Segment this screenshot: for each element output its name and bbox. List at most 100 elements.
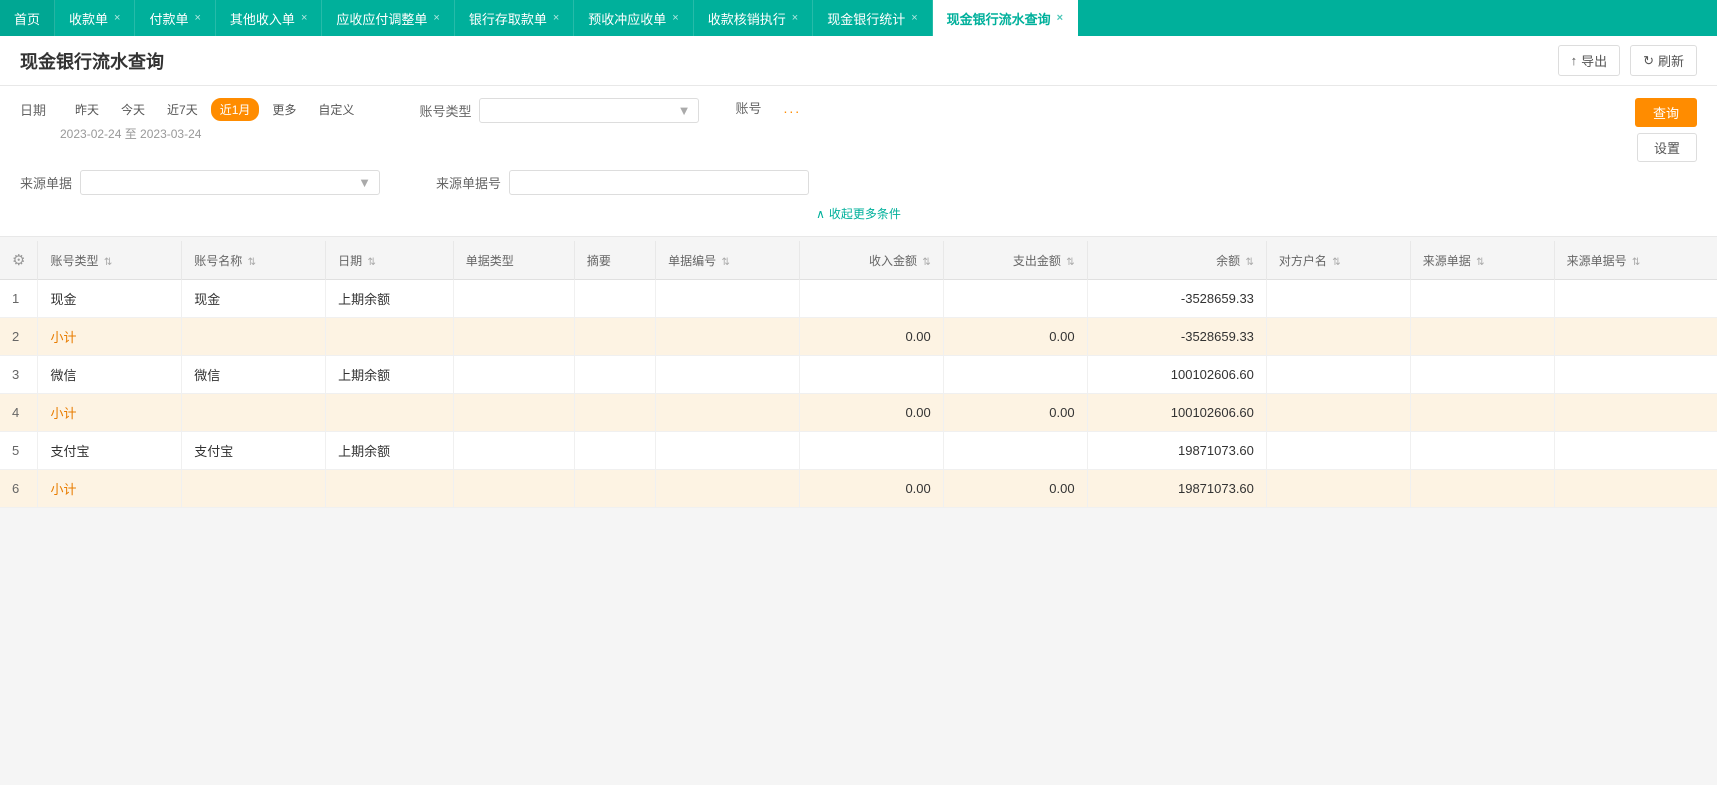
cell-source-doc: [1410, 394, 1554, 432]
cell-income: [799, 356, 943, 394]
date-btn-7days[interactable]: 近7天: [158, 98, 207, 121]
header-actions: ↑ 导出 ↻ 刷新: [1558, 45, 1697, 76]
source-doc-num-input[interactable]: [509, 170, 809, 195]
cell-row-num: 1: [0, 280, 38, 318]
export-button[interactable]: ↑ 导出: [1558, 45, 1621, 76]
nav-close-bank-deposit[interactable]: ×: [553, 12, 559, 24]
cell-date: 上期余额: [326, 356, 454, 394]
nav-close-writeoff[interactable]: ×: [792, 12, 798, 24]
setting-button[interactable]: 设置: [1637, 133, 1697, 162]
cell-summary: [574, 356, 655, 394]
date-btn-custom[interactable]: 自定义: [309, 98, 363, 121]
col-balance[interactable]: 余额 ⇅: [1087, 241, 1266, 280]
table-settings-icon[interactable]: ⚙: [12, 252, 25, 269]
export-label: 导出: [1581, 51, 1607, 70]
nav-close-receipt[interactable]: ×: [114, 12, 120, 24]
date-btn-1month[interactable]: 近1月: [211, 98, 260, 121]
nav-item-bank-deposit[interactable]: 银行存取款单 ×: [455, 0, 574, 36]
col-source-doc-no[interactable]: 来源单据号 ⇅: [1554, 241, 1717, 280]
col-counterparty[interactable]: 对方户名 ⇅: [1266, 241, 1410, 280]
collapse-label: 收起更多条件: [829, 205, 901, 222]
nav-close-bank-flow[interactable]: ×: [1057, 12, 1063, 24]
col-account-type[interactable]: 账号类型 ⇅: [38, 241, 182, 280]
date-btn-yesterday[interactable]: 昨天: [66, 98, 108, 121]
col-account-name[interactable]: 账号名称 ⇅: [182, 241, 326, 280]
sort-account-name-icon: ⇅: [248, 257, 256, 268]
nav-item-writeoff[interactable]: 收款核销执行 ×: [694, 0, 813, 36]
cell-source-doc-no: [1554, 356, 1717, 394]
cell-doc-no: [656, 356, 800, 394]
col-balance-label: 余额: [1216, 254, 1240, 268]
cell-account-name: [182, 394, 326, 432]
col-date[interactable]: 日期 ⇅: [326, 241, 454, 280]
nav-item-receipt[interactable]: 收款单 ×: [55, 0, 135, 36]
nav-item-home-label: 首页: [14, 9, 40, 28]
cell-source-doc: [1410, 432, 1554, 470]
cell-date: 上期余额: [326, 432, 454, 470]
page-header: 现金银行流水查询 ↑ 导出 ↻ 刷新: [0, 36, 1717, 86]
nav-close-bank-stats[interactable]: ×: [911, 12, 917, 24]
refresh-button[interactable]: ↻ 刷新: [1630, 45, 1697, 76]
nav-label: 收款单: [69, 9, 108, 28]
collapse-bar[interactable]: ∧ 收起更多条件: [20, 201, 1697, 226]
col-source-doc-label: 来源单据: [1423, 254, 1471, 268]
cell-row-num: 2: [0, 318, 38, 356]
nav-item-payment[interactable]: 付款单 ×: [135, 0, 215, 36]
date-filter-label: 日期: [20, 100, 60, 119]
nav-label: 预收冲应收单: [588, 9, 666, 28]
cell-date: [326, 470, 454, 508]
cell-source-doc-no: [1554, 432, 1717, 470]
sort-balance-icon: ⇅: [1246, 257, 1254, 268]
cell-income: 0.00: [799, 394, 943, 432]
nav-item-receivable-adjust[interactable]: 应收应付调整单 ×: [322, 0, 454, 36]
source-doc-select[interactable]: ▼: [80, 170, 380, 195]
cell-account-type: 现金: [38, 280, 182, 318]
date-shortcuts: 昨天 今天 近7天 近1月 更多 自定义: [66, 98, 363, 121]
nav-item-home[interactable]: 首页: [0, 0, 55, 36]
table-row: 5 支付宝 支付宝 上期余额 19871073.60: [0, 432, 1717, 470]
sort-counterparty-icon: ⇅: [1332, 257, 1340, 268]
date-btn-more[interactable]: 更多: [263, 98, 305, 121]
cell-source-doc-no: [1554, 470, 1717, 508]
date-btn-today[interactable]: 今天: [112, 98, 154, 121]
cell-account-type: 小计: [38, 318, 182, 356]
nav-label: 收款核销执行: [708, 9, 786, 28]
account-type-label: 账号类型: [419, 101, 471, 120]
sort-date-icon: ⇅: [367, 257, 375, 268]
nav-close-other-income[interactable]: ×: [301, 12, 307, 24]
nav-label: 其他收入单: [230, 9, 295, 28]
cell-account-name: [182, 318, 326, 356]
cell-doc-no: [656, 470, 800, 508]
export-icon: ↑: [1571, 53, 1578, 68]
account-type-chevron-icon: ▼: [678, 103, 691, 118]
source-doc-label: 来源单据: [20, 173, 72, 192]
nav-close-receivable-adjust[interactable]: ×: [433, 12, 439, 24]
col-source-doc[interactable]: 来源单据 ⇅: [1410, 241, 1554, 280]
cell-income: 0.00: [799, 470, 943, 508]
cell-balance: 100102606.60: [1087, 356, 1266, 394]
col-expense[interactable]: 支出金额 ⇅: [943, 241, 1087, 280]
cell-row-num: 5: [0, 432, 38, 470]
col-settings[interactable]: ⚙: [0, 241, 38, 280]
top-navigation: 首页 收款单 × 付款单 × 其他收入单 × 应收应付调整单 × 银行存取款单 …: [0, 0, 1717, 36]
date-range-display: 2023-02-24 至 2023-03-24: [60, 127, 201, 141]
nav-item-prepayment[interactable]: 预收冲应收单 ×: [574, 0, 693, 36]
cell-expense: [943, 356, 1087, 394]
cell-expense: 0.00: [943, 470, 1087, 508]
nav-item-bank-flow[interactable]: 现金银行流水查询 ×: [933, 0, 1078, 36]
query-button[interactable]: 查询: [1635, 98, 1697, 127]
cell-source-doc: [1410, 318, 1554, 356]
account-dots-btn[interactable]: ...: [783, 100, 801, 116]
nav-item-bank-stats[interactable]: 现金银行统计 ×: [813, 0, 932, 36]
nav-item-other-income[interactable]: 其他收入单 ×: [216, 0, 322, 36]
col-expense-label: 支出金额: [1013, 254, 1061, 268]
nav-close-prepayment[interactable]: ×: [672, 12, 678, 24]
account-type-select[interactable]: ▼: [479, 98, 699, 123]
col-doc-no[interactable]: 单据编号 ⇅: [656, 241, 800, 280]
cell-source-doc-no: [1554, 394, 1717, 432]
filter-area: 日期 昨天 今天 近7天 近1月 更多 自定义 2023-02-24 至 202…: [0, 86, 1717, 237]
table-row: 3 微信 微信 上期余额 100102606.60: [0, 356, 1717, 394]
refresh-icon: ↻: [1643, 53, 1654, 69]
nav-close-payment[interactable]: ×: [194, 12, 200, 24]
col-income[interactable]: 收入金额 ⇅: [799, 241, 943, 280]
